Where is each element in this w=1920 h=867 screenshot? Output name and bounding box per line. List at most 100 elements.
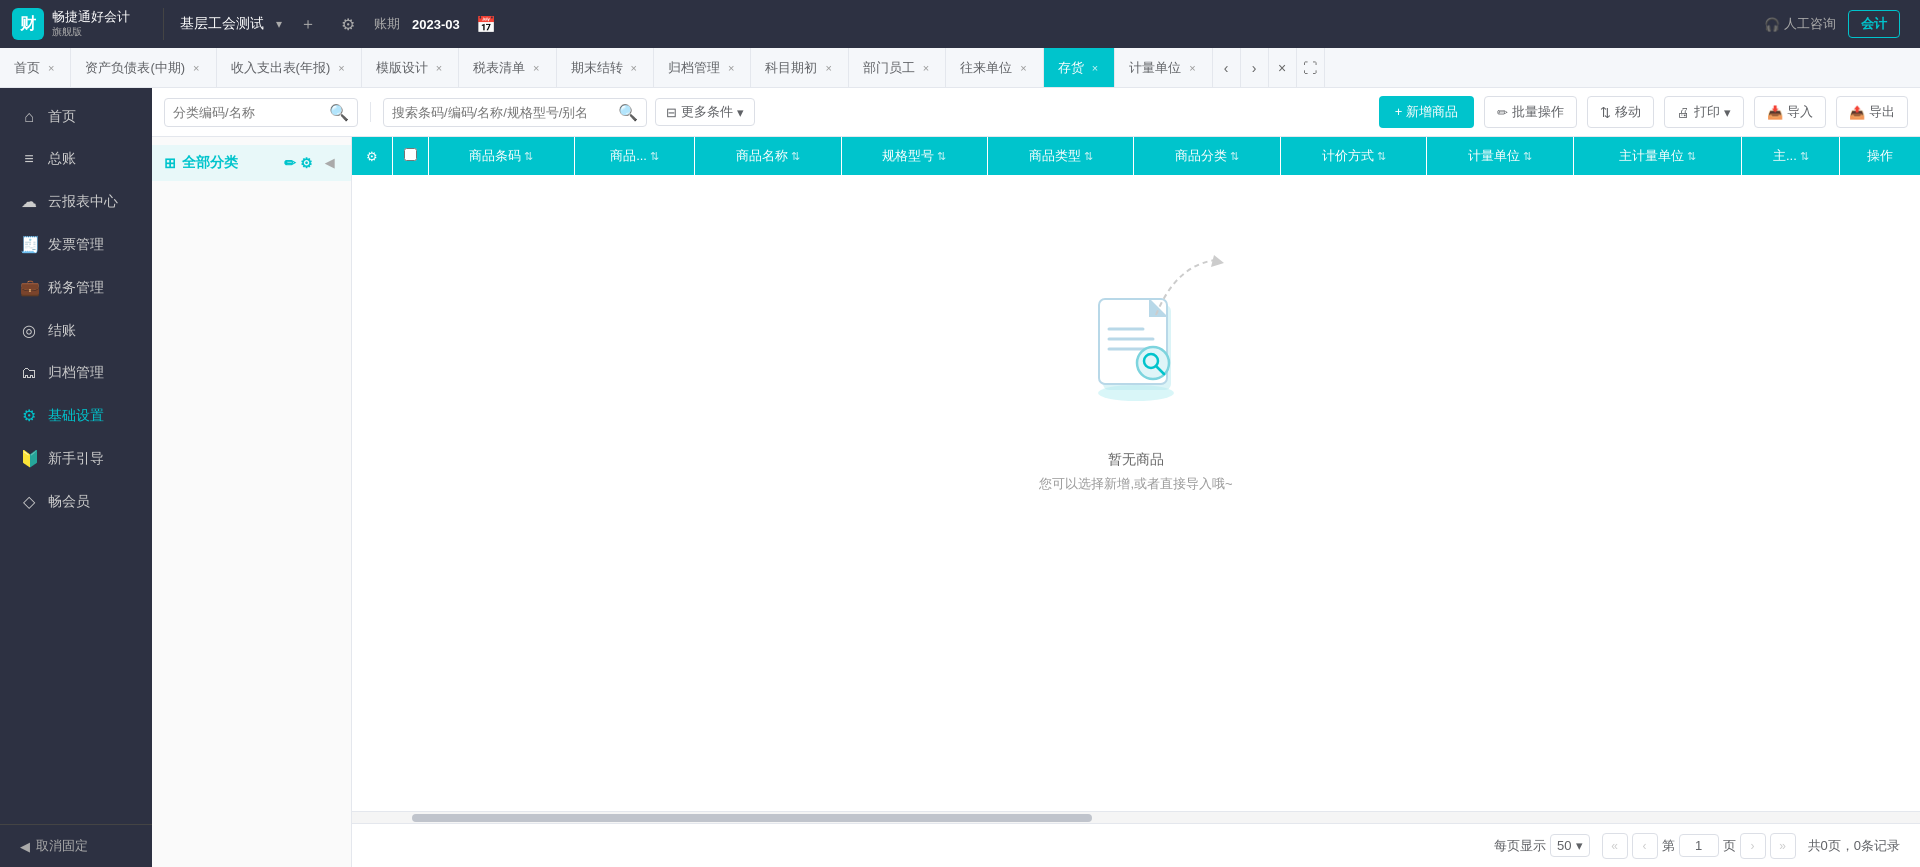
help-button[interactable]: 🎧 人工咨询 [1764, 15, 1836, 33]
category-search-icon[interactable]: 🔍 [329, 103, 349, 122]
tab-archive[interactable]: 归档管理 × [654, 48, 751, 88]
next-page-button[interactable]: › [1740, 833, 1766, 859]
first-page-button[interactable]: « [1602, 833, 1628, 859]
sidebar-item-tax[interactable]: 💼 税务管理 [0, 266, 152, 309]
tab-nav-left[interactable]: ‹ [1213, 48, 1241, 88]
page-number-input[interactable] [1679, 834, 1719, 857]
th-price-method[interactable]: 计价方式 ⇅ [1280, 137, 1426, 175]
code-sort-icon[interactable]: ⇅ [650, 150, 659, 163]
tab-subject-close[interactable]: × [823, 61, 833, 75]
main-unit-sort-icon[interactable]: ⇅ [1687, 150, 1696, 163]
tab-tax[interactable]: 税表清单 × [459, 48, 556, 88]
tab-template[interactable]: 模版设计 × [362, 48, 459, 88]
panel-collapse-button[interactable]: ◀ [319, 153, 339, 173]
tab-inventory-close[interactable]: × [1090, 61, 1100, 75]
tab-unit-close[interactable]: × [1187, 61, 1197, 75]
category-search-box[interactable]: 🔍 [164, 98, 358, 127]
period-value[interactable]: 2023-03 [412, 17, 460, 32]
tab-dept[interactable]: 部门员工 × [849, 48, 946, 88]
print-button[interactable]: 🖨 打印 ▾ [1664, 96, 1744, 128]
tab-partner-close[interactable]: × [1018, 61, 1028, 75]
tab-partner[interactable]: 往来单位 × [946, 48, 1043, 88]
tab-archive-close[interactable]: × [726, 61, 736, 75]
tab-income[interactable]: 收入支出表(年报) × [217, 48, 362, 88]
last-page-button[interactable]: » [1770, 833, 1796, 859]
tab-period-close[interactable]: × [629, 61, 639, 75]
extra-sort-icon[interactable]: ⇅ [1800, 150, 1809, 163]
tab-balance-close[interactable]: × [191, 61, 201, 75]
sidebar-item-settings[interactable]: ⚙ 基础设置 [0, 394, 152, 437]
category-edit-icon[interactable]: ✏ [284, 155, 296, 171]
tab-home-close[interactable]: × [46, 61, 56, 75]
product-search-input[interactable] [392, 105, 612, 120]
prev-page-button[interactable]: ‹ [1632, 833, 1658, 859]
th-type[interactable]: 商品类型 ⇅ [988, 137, 1134, 175]
horizontal-scrollbar[interactable] [352, 811, 1920, 823]
settings-header-icon[interactable]: ⚙ [334, 10, 362, 38]
calendar-icon[interactable]: 📅 [472, 10, 500, 38]
tab-balance[interactable]: 资产负债表(中期) × [71, 48, 216, 88]
th-settings[interactable]: ⚙ [352, 137, 392, 175]
tab-tax-close[interactable]: × [531, 61, 541, 75]
spec-sort-icon[interactable]: ⇅ [937, 150, 946, 163]
category-sort-icon[interactable]: ⇅ [1230, 150, 1239, 163]
account-button[interactable]: 会计 [1848, 10, 1900, 38]
company-name[interactable]: 基层工会测试 [180, 15, 264, 33]
sidebar-item-settle[interactable]: ◎ 结账 [0, 309, 152, 352]
settings-sidebar-icon: ⚙ [20, 406, 38, 425]
unit-sort-icon[interactable]: ⇅ [1523, 150, 1532, 163]
tab-home[interactable]: 首页 × [0, 48, 71, 88]
per-page-dropdown[interactable]: 50 ▾ [1550, 834, 1589, 857]
category-search-input[interactable] [173, 105, 323, 120]
sidebar-item-reports[interactable]: ☁ 云报表中心 [0, 180, 152, 223]
th-code[interactable]: 商品... ⇅ [574, 137, 694, 175]
th-name[interactable]: 商品名称 ⇅ [695, 137, 841, 175]
tab-dept-close[interactable]: × [921, 61, 931, 75]
move-button[interactable]: ⇅ 移动 [1587, 96, 1654, 128]
more-filter-button[interactable]: ⊟ 更多条件 ▾ [655, 98, 755, 126]
select-all-checkbox[interactable] [404, 148, 417, 161]
tab-fullscreen[interactable]: ⛶ [1297, 48, 1325, 88]
sidebar-item-ledger[interactable]: ≡ 总账 [0, 138, 152, 180]
th-main-unit[interactable]: 主计量单位 ⇅ [1573, 137, 1742, 175]
cancel-pin-button[interactable]: ◀ 取消固定 [0, 824, 152, 867]
export-button[interactable]: 📤 导出 [1836, 96, 1908, 128]
sidebar-item-invoice[interactable]: 🧾 发票管理 [0, 223, 152, 266]
name-sort-icon[interactable]: ⇅ [791, 150, 800, 163]
sidebar-item-archive[interactable]: 🗂 归档管理 [0, 352, 152, 394]
scroll-thumb[interactable] [412, 814, 1092, 822]
batch-operation-button[interactable]: ✏ 批量操作 [1484, 96, 1577, 128]
tab-template-close[interactable]: × [434, 61, 444, 75]
th-checkbox[interactable] [392, 137, 428, 175]
sidebar-item-archive-label: 归档管理 [48, 364, 104, 382]
sidebar-item-home[interactable]: ⌂ 首页 [0, 96, 152, 138]
type-sort-icon[interactable]: ⇅ [1084, 150, 1093, 163]
company-dropdown-icon[interactable]: ▾ [276, 17, 282, 31]
tab-period[interactable]: 期末结转 × [557, 48, 654, 88]
tab-inventory[interactable]: 存货 × [1044, 48, 1115, 88]
tax-icon: 💼 [20, 278, 38, 297]
import-button[interactable]: 📥 导入 [1754, 96, 1826, 128]
sidebar-item-guide[interactable]: 🔰 新手引导 [0, 437, 152, 480]
add-product-button[interactable]: + 新增商品 [1379, 96, 1474, 128]
th-unit[interactable]: 计量单位 ⇅ [1427, 137, 1573, 175]
page-navigation: « ‹ 第 页 › » [1602, 833, 1796, 859]
th-extra[interactable]: 主... ⇅ [1742, 137, 1840, 175]
category-settings-icon[interactable]: ⚙ [300, 155, 313, 171]
barcode-sort-icon[interactable]: ⇅ [524, 150, 533, 163]
price-method-sort-icon[interactable]: ⇅ [1377, 150, 1386, 163]
tab-nav-right[interactable]: › [1241, 48, 1269, 88]
tab-unit[interactable]: 计量单位 × [1115, 48, 1212, 88]
add-tab-button[interactable]: ＋ [294, 10, 322, 38]
table-scroll-area[interactable]: ⚙ 商品条码 ⇅ [352, 137, 1920, 811]
th-category[interactable]: 商品分类 ⇅ [1134, 137, 1280, 175]
tab-income-close[interactable]: × [336, 61, 346, 75]
category-all-item[interactable]: ⊞ 全部分类 ✏ ⚙ ◀ [152, 145, 351, 181]
th-spec[interactable]: 规格型号 ⇅ [841, 137, 987, 175]
product-search-box[interactable]: 🔍 [383, 98, 647, 127]
th-barcode[interactable]: 商品条码 ⇅ [428, 137, 574, 175]
sidebar-item-member[interactable]: ◇ 畅会员 [0, 480, 152, 523]
tab-close-all[interactable]: × [1269, 48, 1297, 88]
product-search-icon[interactable]: 🔍 [618, 103, 638, 122]
tab-subject[interactable]: 科目期初 × [751, 48, 848, 88]
